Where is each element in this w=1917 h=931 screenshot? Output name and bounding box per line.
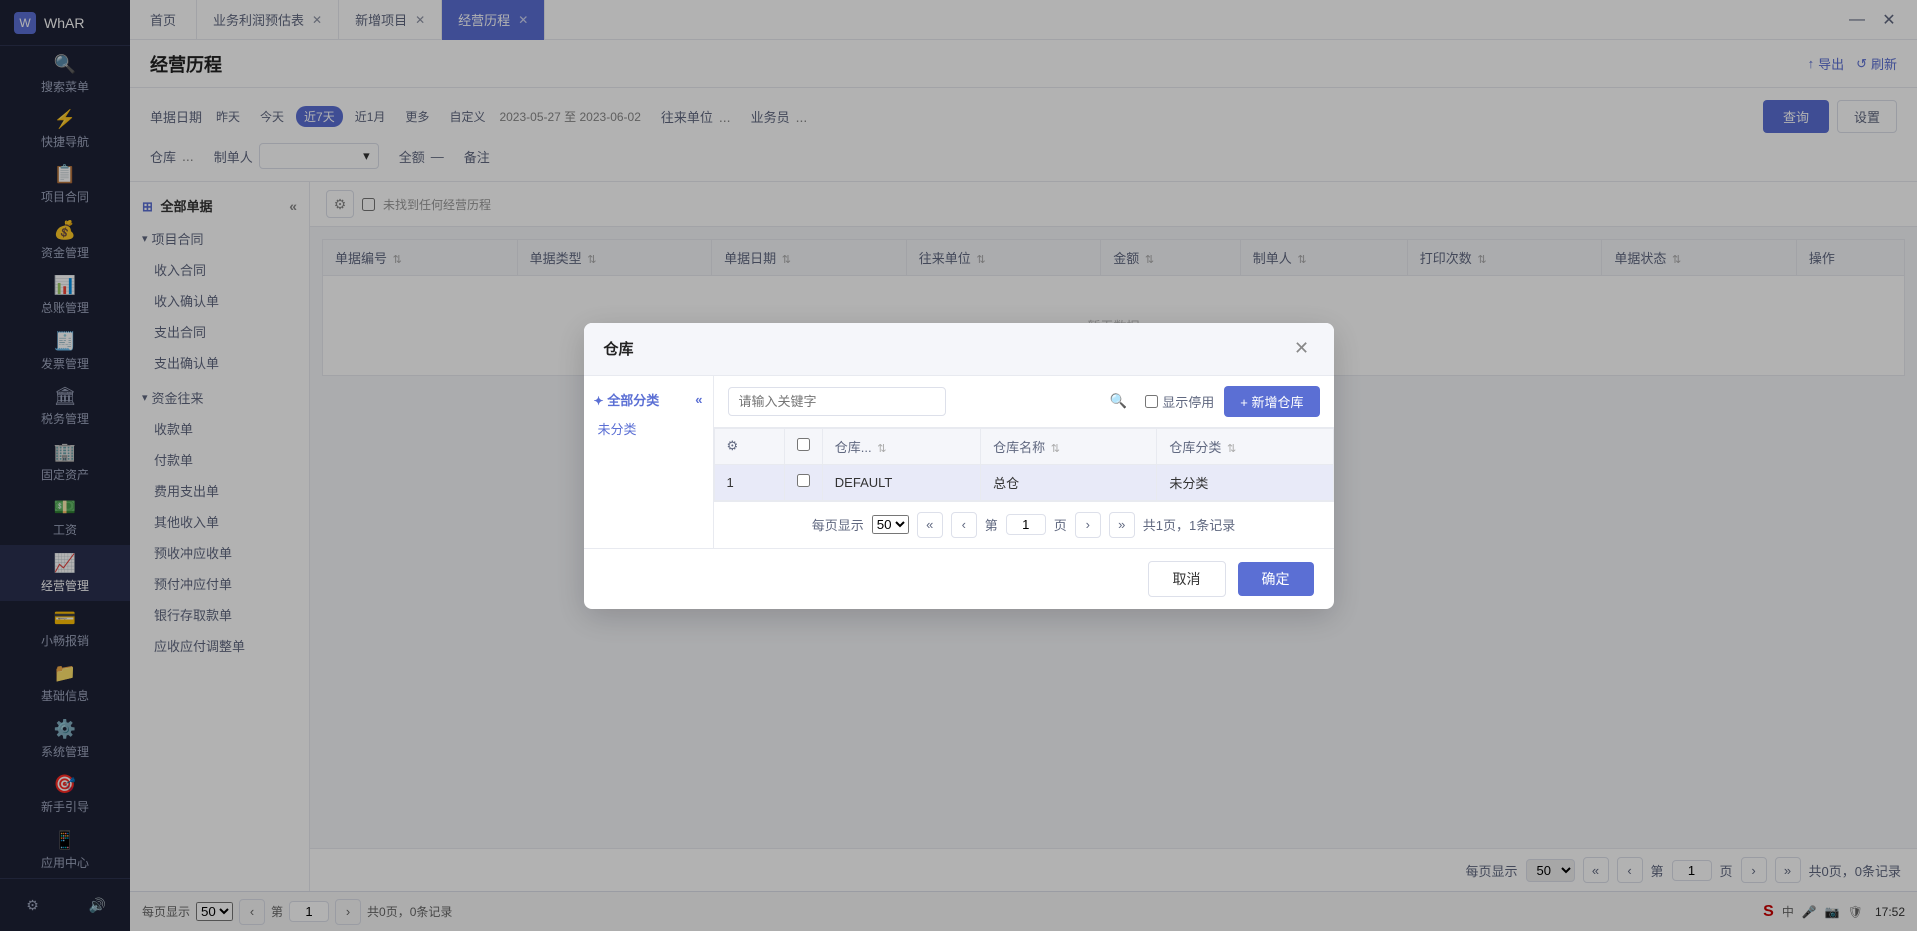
table-row[interactable]: 1 DEFAULT 总仓 未分类 (714, 464, 1333, 500)
modal-close-btn[interactable]: ✕ (1290, 337, 1314, 361)
modal-page-last[interactable]: » (1109, 512, 1135, 538)
modal-footer-actions: 取消 确定 (584, 548, 1334, 609)
modal-table: ⚙ 仓库... ⇅ 仓库名称 ⇅ (714, 428, 1334, 501)
modal-col-checkbox (784, 428, 822, 464)
row-code: DEFAULT (822, 464, 980, 500)
add-warehouse-button[interactable]: + 新增仓库 (1224, 386, 1319, 417)
modal-search-icon: 🔍 (1110, 393, 1127, 410)
modal-category-unclassified[interactable]: 未分类 (584, 413, 713, 444)
show-disabled-checkbox[interactable] (1145, 395, 1158, 408)
modal-body: ✦ 全部分类 « 未分类 🔍 (584, 376, 1334, 548)
modal-pagination: 每页显示 50 « ‹ 第 页 › » 共1页，1条记录 (714, 501, 1334, 548)
modal-col-name: 仓库名称 ⇅ (981, 428, 1157, 464)
modal-page-next[interactable]: › (1075, 512, 1101, 538)
gear-icon[interactable]: ⚙ (727, 438, 739, 453)
row-category: 未分类 (1157, 464, 1333, 500)
modal-overlay: 仓库 ✕ ✦ 全部分类 « 未分类 (0, 0, 1917, 931)
modal-left-header: ✦ 全部分类 « (584, 386, 713, 413)
row-checkbox[interactable] (797, 474, 810, 487)
modal-page-total: 共1页，1条记录 (1143, 515, 1235, 534)
show-disabled-label: 显示停用 (1145, 392, 1214, 411)
modal-select-all[interactable] (797, 438, 810, 451)
modal-page-suffix: 页 (1054, 515, 1067, 534)
modal-page-first[interactable]: « (917, 512, 943, 538)
modal-per-page-select[interactable]: 50 (872, 515, 909, 534)
modal-col-gear: ⚙ (714, 428, 784, 464)
modal-search-wrap: 🔍 (728, 387, 1136, 416)
modal-per-page-label: 每页显示 (812, 515, 864, 534)
row-index: 1 (714, 464, 784, 500)
modal-col-category: 仓库分类 ⇅ (1157, 428, 1333, 464)
confirm-button[interactable]: 确定 (1238, 562, 1314, 596)
modal-title: 仓库 (604, 338, 634, 359)
modal-search-input[interactable] (728, 387, 946, 416)
warehouse-modal: 仓库 ✕ ✦ 全部分类 « 未分类 (584, 323, 1334, 609)
modal-table-container: ⚙ 仓库... ⇅ 仓库名称 ⇅ (714, 428, 1334, 501)
modal-page-prev[interactable]: ‹ (951, 512, 977, 538)
row-name: 总仓 (981, 464, 1157, 500)
modal-header: 仓库 ✕ (584, 323, 1334, 376)
modal-page-label: 第 (985, 515, 998, 534)
modal-right-panel: 🔍 显示停用 + 新增仓库 ⚙ (714, 376, 1334, 548)
cancel-button[interactable]: 取消 (1148, 561, 1226, 597)
row-checkbox-cell (784, 464, 822, 500)
modal-left-panel: ✦ 全部分类 « 未分类 (584, 376, 714, 548)
modal-all-category-label: ✦ 全部分类 (594, 390, 660, 409)
modal-left-collapse[interactable]: « (695, 392, 702, 407)
modal-page-input[interactable] (1006, 514, 1046, 535)
modal-toolbar: 🔍 显示停用 + 新增仓库 (714, 376, 1334, 428)
modal-col-code: 仓库... ⇅ (822, 428, 980, 464)
